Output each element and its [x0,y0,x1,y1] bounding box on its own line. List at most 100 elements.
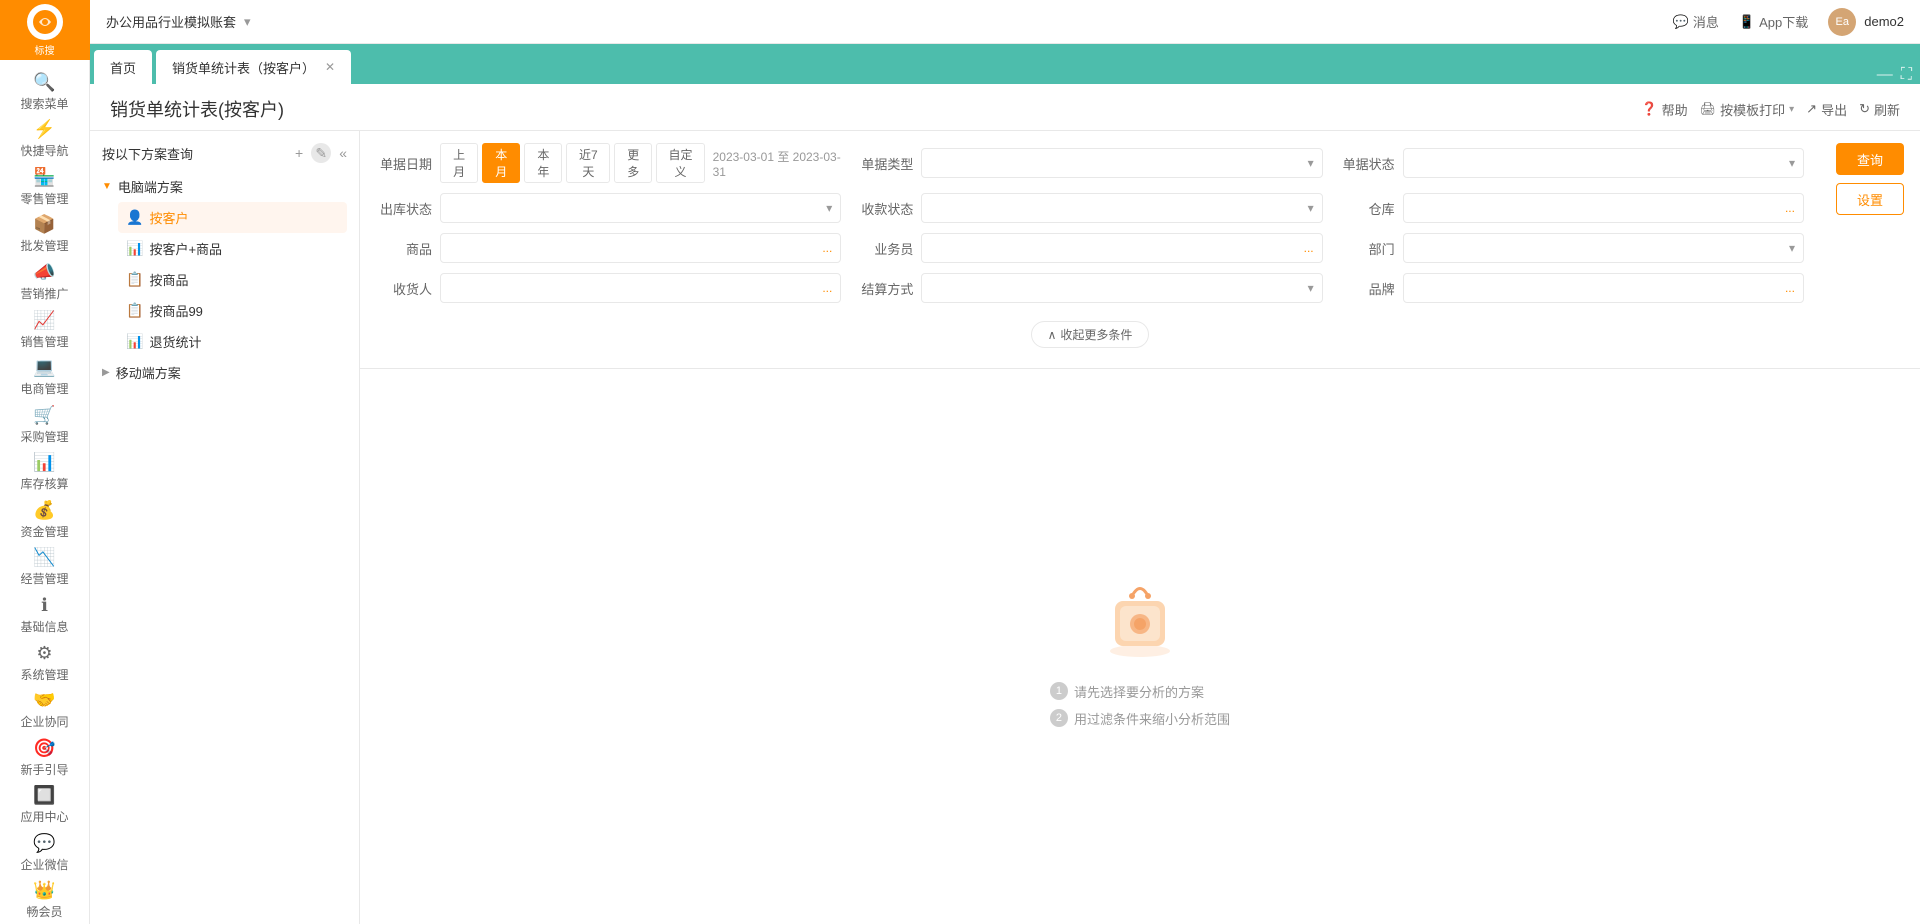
avatar[interactable]: Ea [1828,8,1856,36]
user-name[interactable]: demo2 [1864,14,1904,29]
department-chevron-icon: ▾ [1789,241,1795,255]
doc-type-label: 单据类型 [857,154,913,173]
settlement-control[interactable]: ▾ [921,273,1322,303]
scheme-item-by-customer[interactable]: 👤 按客户 [118,202,347,233]
scheme-item-by-customer-product[interactable]: 📊 按客户+商品 [118,233,347,264]
sidebar-item-newuser[interactable]: 🎯 新手引导 [0,735,90,781]
doc-type-control[interactable]: ▾ [921,148,1322,178]
sidebar-item-appstore[interactable]: 🔲 应用中心 [0,782,90,828]
help-label: 帮助 [1662,100,1688,119]
system-icon: ⚙ [36,643,52,664]
sidebar-item-label: 销售管理 [20,333,68,350]
app-title: 办公用品行业模拟账套 ▾ [106,12,251,31]
sidebar-item-marketing[interactable]: 📣 营销推广 [0,259,90,305]
sidebar-item-wholesale[interactable]: 📦 批发管理 [0,212,90,258]
sidebar-item-search[interactable]: 🔍 搜索菜单 [0,69,90,115]
sidebar-item-shortcuts[interactable]: ⚡ 快捷导航 [0,117,90,163]
sidebar-item-label: 应用中心 [20,808,68,825]
sidebar-item-ecommerce[interactable]: 💻 电商管理 [0,354,90,400]
sidebar-item-retail[interactable]: 🏪 零售管理 [0,164,90,210]
collapse-btn[interactable]: ∧ 收起更多条件 [1031,321,1150,348]
help-btn[interactable]: ❓ 帮助 [1641,100,1687,119]
refresh-btn[interactable]: ↻ 刷新 [1859,100,1900,119]
sidebar-item-purchase[interactable]: 🛒 采购管理 [0,402,90,448]
warehouse-field-item: 仓库 ... [1339,193,1804,223]
out-status-control[interactable]: ▾ [440,193,841,223]
scheme-section-label-mobile: 移动端方案 [116,363,181,382]
print-btn[interactable]: 🖨 按模板打印 ▾ [1700,100,1795,119]
scheme-item-return-stats[interactable]: 📊 退货统计 [118,326,347,357]
tip-num-2: 2 [1050,709,1068,727]
salesperson-control[interactable]: ... [921,233,1322,263]
app-dropdown-icon[interactable]: ▾ [244,14,251,30]
tab-home[interactable]: 首页 [94,50,152,84]
scheme-item-by-product-99[interactable]: 📋 按商品99 [118,295,347,326]
export-btn[interactable]: ↗ 导出 [1806,100,1847,119]
scheme-add-icon[interactable]: + [295,145,303,161]
sidebar-item-member[interactable]: 👑 畅会员 [0,878,90,924]
department-control[interactable]: ▾ [1403,233,1804,263]
wholesale-icon: 📦 [33,214,55,235]
sidebar-item-system[interactable]: ⚙ 系统管理 [0,640,90,686]
sidebar-item-sales[interactable]: 📈 销售管理 [0,307,90,353]
sidebar-item-enterprise[interactable]: 🤝 企业协同 [0,687,90,733]
settlement-label: 结算方式 [857,279,913,298]
brand-label: 品牌 [1339,279,1395,298]
settings-button[interactable]: 设置 [1836,183,1904,215]
scheme-edit-icon[interactable]: ✎ [311,143,331,163]
scheme-item-by-product[interactable]: 📋 按商品 [118,264,347,295]
export-label: 导出 [1821,100,1847,119]
query-button[interactable]: 查询 [1836,143,1904,175]
sidebar-item-label: 系统管理 [20,666,68,683]
date-btn-last-7[interactable]: 近7天 [566,143,610,183]
date-btn-this-month[interactable]: 本月 [482,143,520,183]
scheme-section-header-desktop[interactable]: ▼ 电脑端方案 [102,171,347,202]
doc-status-control[interactable]: ▾ [1403,148,1804,178]
sidebar-item-inventory[interactable]: 📊 库存核算 [0,450,90,496]
warehouse-control[interactable]: ... [1403,193,1804,223]
date-btn-this-year[interactable]: 本年 [524,143,562,183]
scheme-panel-icons: + ✎ « [295,143,347,163]
app-download-label: App下载 [1759,12,1808,31]
sidebar-item-wechat[interactable]: 💬 企业微信 [0,830,90,876]
logo[interactable]: 标搜 [0,0,90,60]
sidebar-item-label: 新手引导 [20,761,68,778]
date-btn-custom[interactable]: 自定义 [656,143,704,183]
message-btn[interactable]: 💬 消息 [1673,12,1719,31]
full-filter-area: 单据日期 上月 本月 本年 近7天 更多 自定义 [360,131,1920,369]
date-btn-last-month[interactable]: 上月 [440,143,478,183]
scheme-items-desktop: 👤 按客户 📊 按客户+商品 📋 按商品 [102,202,347,357]
tab-maximize-icon[interactable]: ⛶ [1901,66,1912,84]
brand-control[interactable]: ... [1403,273,1804,303]
settlement-chevron-icon: ▾ [1308,281,1314,295]
empty-state: 1 请先选择要分析的方案 2 用过滤条件来缩小分析范围 [360,369,1920,924]
out-status-field-item: 出库状态 ▾ [376,193,841,223]
date-shortcuts: 上月 本月 本年 近7天 更多 自定义 [440,143,705,183]
collect-status-label: 收款状态 [857,199,913,218]
out-status-label: 出库状态 [376,199,432,218]
consignee-control[interactable]: ... [440,273,841,303]
product-control[interactable]: ... [440,233,841,263]
sidebar-item-label: 经营管理 [20,570,68,587]
by-product-icon: 📋 [126,271,143,288]
collapse-row: ∧ 收起更多条件 [376,313,1804,356]
by-product-99-icon: 📋 [126,302,143,319]
scheme-panel: 按以下方案查询 + ✎ « ▼ 电脑端方案 [90,131,360,924]
product-field-item: 商品 ... [376,233,841,263]
sidebar-item-finance[interactable]: 💰 资金管理 [0,497,90,543]
scheme-collapse-icon[interactable]: « [339,145,347,161]
scheme-section-header-mobile[interactable]: ▶ 移动端方案 [102,357,347,388]
collect-status-control[interactable]: ▾ [921,193,1322,223]
app-download-btn[interactable]: 📱 App下载 [1739,12,1808,31]
tab-stats[interactable]: 销货单统计表（按客户） ✕ [156,50,351,84]
tab-minimize-icon[interactable]: — [1877,66,1893,84]
sidebar-item-label: 电商管理 [20,380,68,397]
sidebar-item-operations[interactable]: 📉 经营管理 [0,545,90,591]
empty-tip-2: 2 用过滤条件来缩小分析范围 [1050,709,1230,728]
sidebar-item-basic[interactable]: ℹ 基础信息 [0,592,90,638]
sidebar-item-label: 资金管理 [20,523,68,540]
print-dropdown-icon[interactable]: ▾ [1789,104,1794,115]
date-btn-more[interactable]: 更多 [614,143,652,183]
sidebar-item-label: 企业协同 [20,713,68,730]
tab-close-icon[interactable]: ✕ [325,60,335,74]
